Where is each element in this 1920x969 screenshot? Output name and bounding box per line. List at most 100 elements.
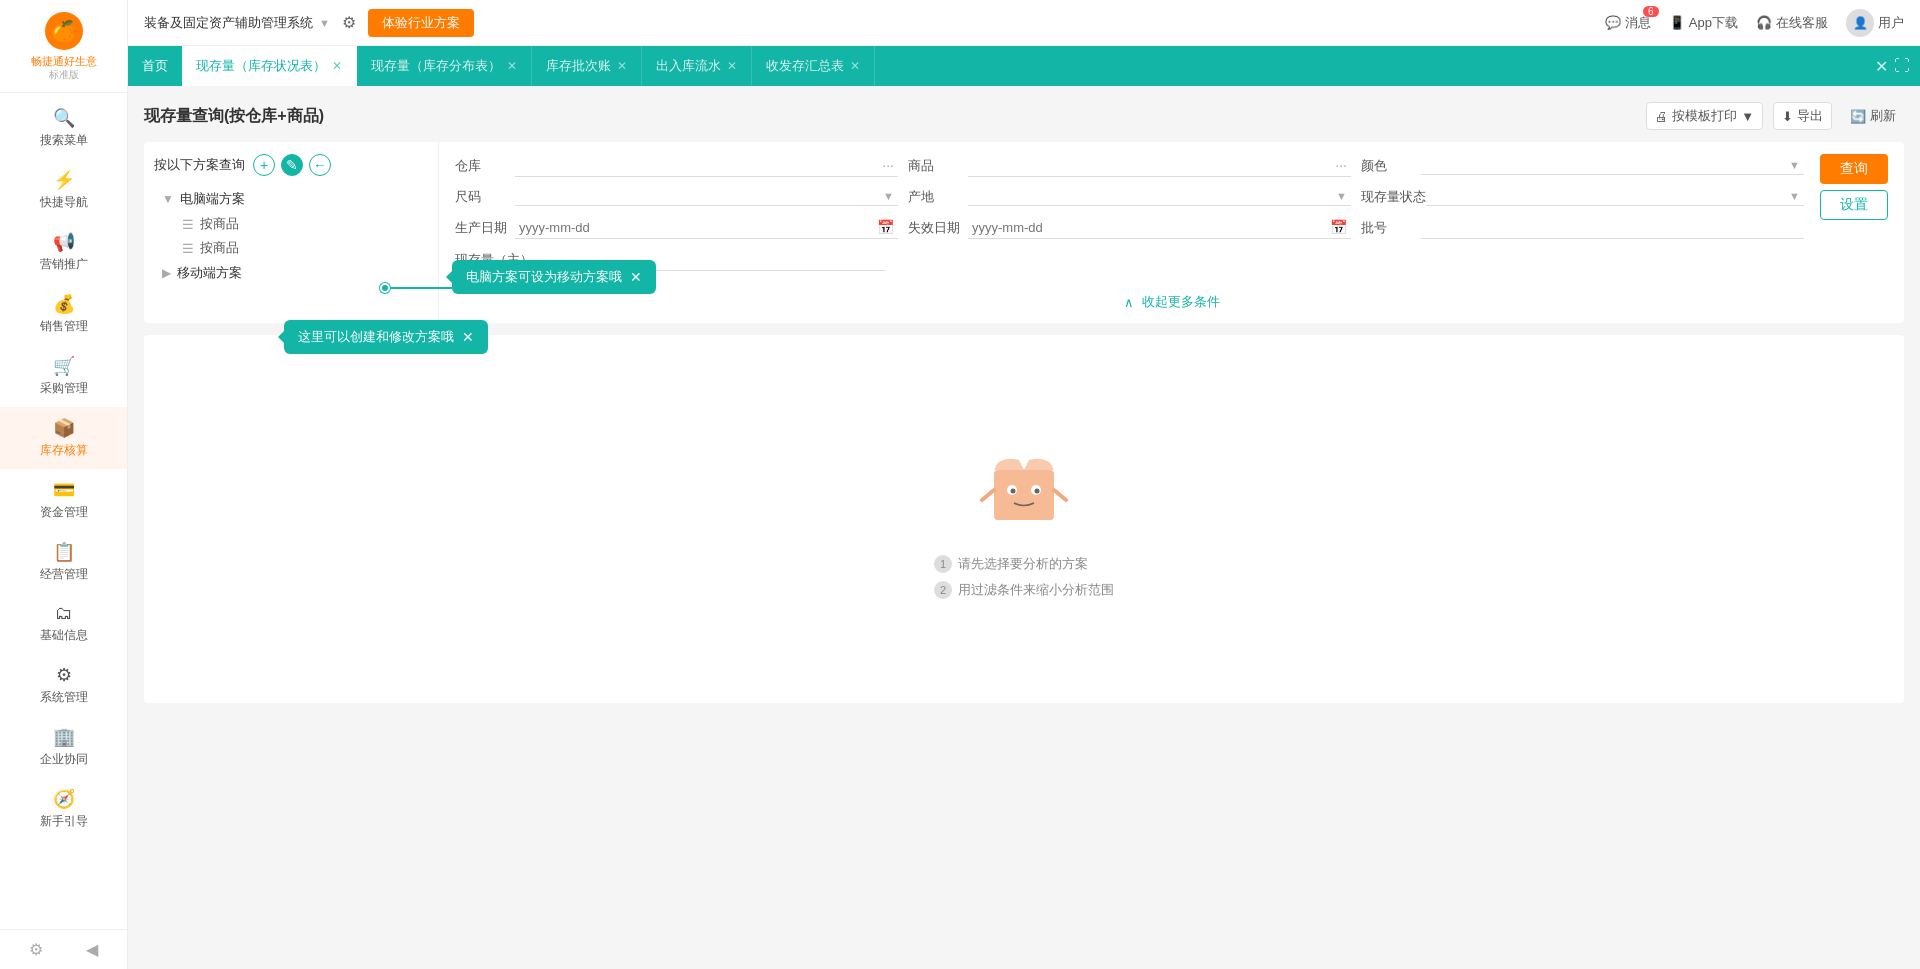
batch-field[interactable] xyxy=(1425,220,1800,235)
print-icon: 🖨 xyxy=(1655,109,1668,124)
app-logo-icon: 🍊 xyxy=(45,12,83,50)
filter-field-size: 尺码 ▼ xyxy=(455,187,898,206)
support-label: 在线客服 xyxy=(1776,14,1828,32)
purchase-icon: 🛒 xyxy=(53,355,75,377)
sidebar-item-inventory[interactable]: 📦 库存核算 xyxy=(0,407,127,469)
sidebar: 🍊 畅捷通好生意 标准版 🔍 搜索菜单 ⚡ 快捷导航 📢 营销推广 💰 销售管理… xyxy=(0,0,128,969)
tip-text-1: 请先选择要分析的方案 xyxy=(958,551,1088,577)
sidebar-item-label: 基础信息 xyxy=(40,627,88,644)
export-icon: ⬇ xyxy=(1782,109,1793,124)
sidebar-menu: 🔍 搜索菜单 ⚡ 快捷导航 📢 营销推广 💰 销售管理 🛒 采购管理 📦 库存核… xyxy=(0,93,127,929)
add-scheme-btn[interactable]: + xyxy=(253,154,275,176)
sidebar-item-system[interactable]: ⚙ 系统管理 xyxy=(0,654,127,716)
industry-btn[interactable]: 体验行业方案 xyxy=(368,9,474,37)
filter-field-warehouse: 仓库 ··· xyxy=(455,154,898,177)
filter-field-origin: 产地 ▼ xyxy=(908,187,1351,206)
tab-batch[interactable]: 库存批次账 ✕ xyxy=(532,46,642,86)
tab-close-icon[interactable]: ✕ xyxy=(332,59,342,73)
expire-date-input[interactable]: 📅 xyxy=(968,216,1351,239)
system-selector[interactable]: 装备及固定资产辅助管理系统 ▼ xyxy=(144,14,330,32)
tab-label: 收发存汇总表 xyxy=(766,57,844,75)
settings-footer-icon[interactable]: ⚙ xyxy=(29,940,43,959)
edit-scheme-btn[interactable]: ✎ xyxy=(281,154,303,176)
print-btn[interactable]: 🖨 按模板打印 ▼ xyxy=(1646,102,1763,130)
produce-date-input[interactable]: 📅 xyxy=(515,216,898,239)
basic-icon: 🗂 xyxy=(55,603,73,624)
topbar-settings-icon[interactable]: ⚙ xyxy=(342,13,356,32)
goods-more-icon[interactable]: ··· xyxy=(1335,157,1347,173)
empty-state: 1 请先选择要分析的方案 2 用过滤条件来缩小分析范围 xyxy=(144,375,1904,643)
warehouse-more-icon[interactable]: ··· xyxy=(882,157,894,173)
tip-num-2: 2 xyxy=(934,581,952,599)
sidebar-item-basic[interactable]: 🗂 基础信息 xyxy=(0,593,127,654)
enterprise-icon: 🏢 xyxy=(53,726,75,748)
sidebar-item-marketing[interactable]: 📢 营销推广 xyxy=(0,221,127,283)
topbar-support[interactable]: 🎧 在线客服 xyxy=(1756,14,1828,32)
stock-status-select[interactable]: ▼ xyxy=(1426,187,1804,206)
svg-rect-0 xyxy=(994,470,1054,520)
sidebar-item-quick[interactable]: ⚡ 快捷导航 xyxy=(0,159,127,221)
tab-inventory-status[interactable]: 现存量（库存状况表） ✕ xyxy=(182,46,357,86)
tab-home[interactable]: 首页 xyxy=(128,46,182,86)
sidebar-item-guide[interactable]: 🧭 新手引导 xyxy=(0,778,127,840)
color-select[interactable]: ▼ xyxy=(1421,156,1804,175)
goods-input[interactable]: ··· xyxy=(968,154,1351,177)
system-selector-arrow: ▼ xyxy=(319,17,330,29)
expire-date-cal-icon[interactable]: 📅 xyxy=(1330,219,1347,235)
scheme-item-label: 按商品 xyxy=(200,215,239,233)
topbar-messages[interactable]: 💬 消息 6 xyxy=(1605,14,1651,32)
tab-inout[interactable]: 出入库流水 ✕ xyxy=(642,46,752,86)
scheme-item-goods2[interactable]: ☰ 按商品 xyxy=(154,236,428,260)
page-header: 现存量查询(按仓库+商品) 🖨 按模板打印 ▼ ⬇ 导出 🔄 刷新 xyxy=(144,102,1904,130)
sidebar-item-search[interactable]: 🔍 搜索菜单 xyxy=(0,97,127,159)
expire-date-field[interactable] xyxy=(972,220,1330,235)
topbar-app-download[interactable]: 📱 App下载 xyxy=(1669,14,1738,32)
search-icon: 🔍 xyxy=(53,107,75,129)
scheme-group-pc[interactable]: ▼ 电脑端方案 xyxy=(154,186,428,212)
filter-collapse-btn[interactable]: ∧ 收起更多条件 xyxy=(455,281,1888,315)
empty-tip-2: 2 用过滤条件来缩小分析范围 xyxy=(934,577,1114,603)
tab-inventory-dist[interactable]: 现存量（库存分布表） ✕ xyxy=(357,46,532,86)
sidebar-item-finance[interactable]: 💳 资金管理 xyxy=(0,469,127,531)
produce-date-cal-icon[interactable]: 📅 xyxy=(877,219,894,235)
tooltip-pc-close[interactable]: ✕ xyxy=(630,269,642,285)
filter-field-produce-date: 生产日期 📅 xyxy=(455,216,898,239)
topbar-user[interactable]: 👤 用户 xyxy=(1846,9,1904,37)
tab-close-icon[interactable]: ✕ xyxy=(850,59,860,73)
refresh-btn[interactable]: 🔄 刷新 xyxy=(1842,103,1904,129)
sidebar-item-purchase[interactable]: 🛒 采购管理 xyxy=(0,345,127,407)
support-icon: 🎧 xyxy=(1756,15,1772,30)
connector-dot-pc xyxy=(380,283,390,293)
tooltip-edit-close[interactable]: ✕ xyxy=(462,329,474,345)
collapse-sidebar-icon[interactable]: ◀ xyxy=(86,940,98,959)
export-btn[interactable]: ⬇ 导出 xyxy=(1773,102,1832,130)
tab-close-all-icon[interactable]: ✕ xyxy=(1875,57,1888,76)
produce-date-field[interactable] xyxy=(519,220,877,235)
tab-close-icon[interactable]: ✕ xyxy=(727,59,737,73)
tab-collect[interactable]: 收发存汇总表 ✕ xyxy=(752,46,875,86)
empty-tip-1: 1 请先选择要分析的方案 xyxy=(934,551,1114,577)
size-select[interactable]: ▼ xyxy=(515,187,898,206)
sidebar-item-sales[interactable]: 💰 销售管理 xyxy=(0,283,127,345)
sidebar-item-label: 新手引导 xyxy=(40,813,88,830)
tab-close-icon[interactable]: ✕ xyxy=(617,59,627,73)
sidebar-item-label: 资金管理 xyxy=(40,504,88,521)
batch-input[interactable] xyxy=(1421,217,1804,239)
tab-label: 现存量（库存分布表） xyxy=(371,57,501,75)
marketing-icon: 📢 xyxy=(53,231,75,253)
collapse-label: 收起更多条件 xyxy=(1142,293,1220,311)
tab-expand-icon[interactable]: ⛶ xyxy=(1894,57,1910,75)
tab-close-icon[interactable]: ✕ xyxy=(507,59,517,73)
back-scheme-btn[interactable]: ← xyxy=(309,154,331,176)
sidebar-item-operations[interactable]: 📋 经营管理 xyxy=(0,531,127,593)
warehouse-label: 仓库 xyxy=(455,157,515,175)
origin-select[interactable]: ▼ xyxy=(968,187,1351,206)
filter-field-goods: 商品 ··· xyxy=(908,154,1351,177)
sidebar-item-enterprise[interactable]: 🏢 企业协同 xyxy=(0,716,127,778)
warehouse-input[interactable]: ··· xyxy=(515,154,898,177)
scheme-item-goods1[interactable]: ☰ 按商品 xyxy=(154,212,428,236)
refresh-label: 刷新 xyxy=(1870,107,1896,125)
settings-button[interactable]: 设置 xyxy=(1820,190,1888,220)
sidebar-item-label: 销售管理 xyxy=(40,318,88,335)
query-button[interactable]: 查询 xyxy=(1820,154,1888,184)
